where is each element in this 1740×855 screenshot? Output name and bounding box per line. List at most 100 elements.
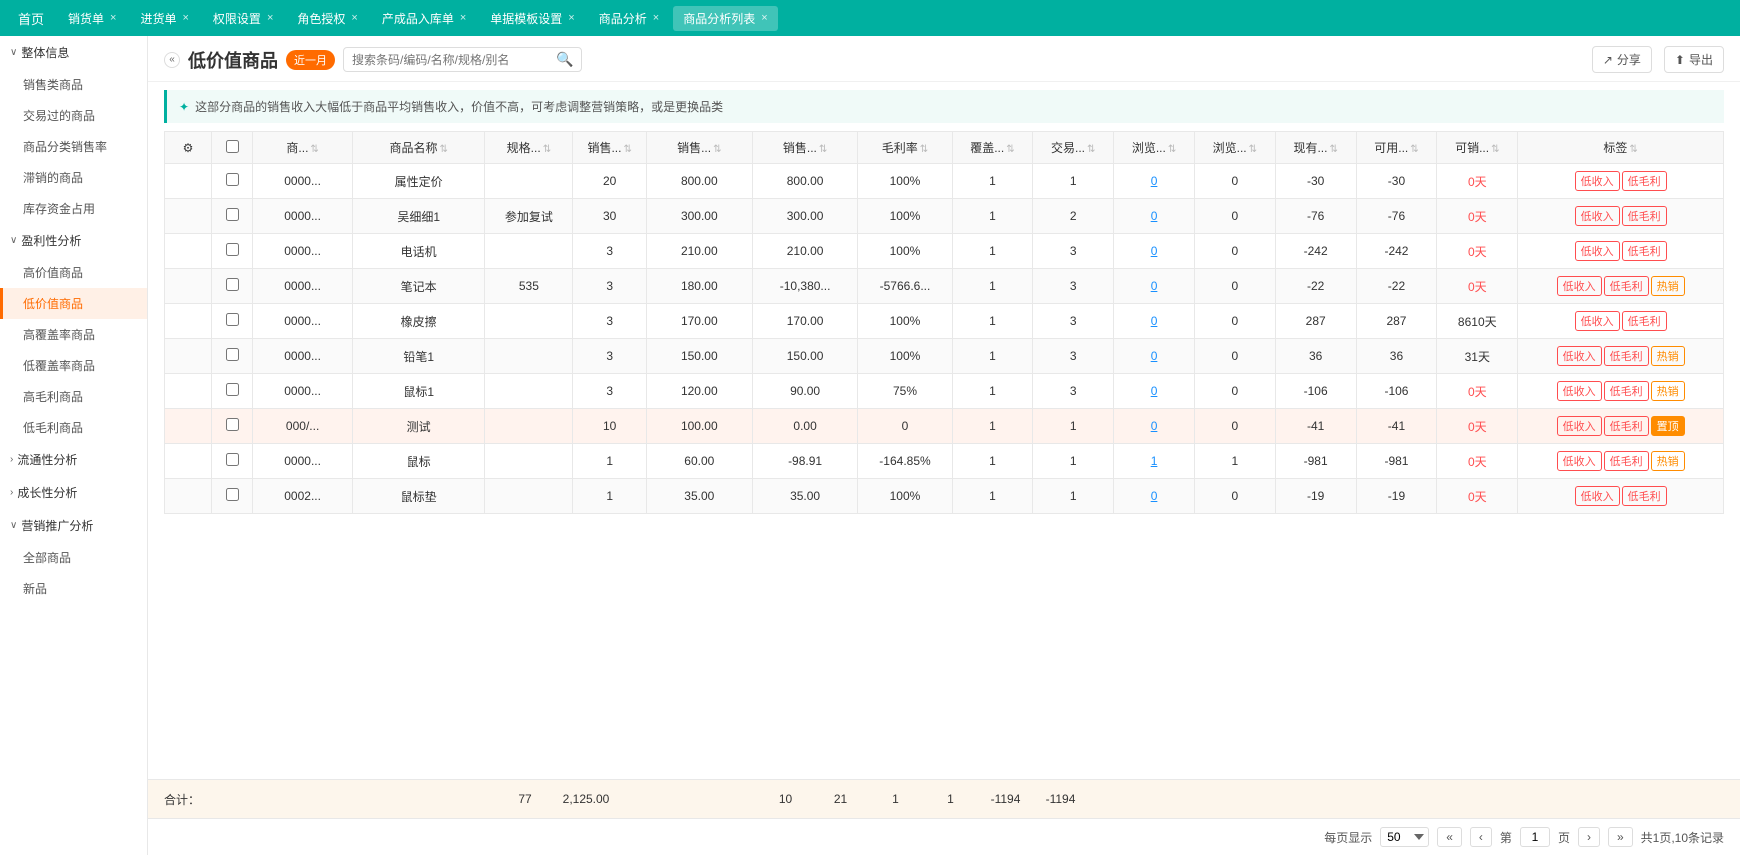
- sidebar-section-overall[interactable]: ∨ 整体信息: [0, 36, 147, 69]
- th-stock-sellable[interactable]: 可销...⇅: [1437, 132, 1518, 164]
- nav-permission[interactable]: 权限设置 ×: [203, 6, 283, 31]
- th-coverage[interactable]: 覆盖...⇅: [952, 132, 1033, 164]
- time-badge[interactable]: 近一月: [286, 50, 335, 70]
- cell-view1[interactable]: 1: [1114, 444, 1195, 479]
- sidebar-item-unsold-goods[interactable]: 滞销的商品: [0, 162, 147, 193]
- th-name[interactable]: 商品名称⇅: [353, 132, 485, 164]
- nav-close-goods-analysis[interactable]: ×: [653, 12, 659, 24]
- nav-home[interactable]: 首页: [8, 5, 54, 32]
- sidebar-item-category-rate[interactable]: 商品分类销售率: [0, 131, 147, 162]
- nav-close-storage[interactable]: ×: [460, 12, 466, 24]
- sidebar-item-low-coverage[interactable]: 低覆盖率商品: [0, 350, 147, 381]
- cell-view1[interactable]: 0: [1114, 409, 1195, 444]
- sidebar-item-high-profit[interactable]: 高毛利商品: [0, 381, 147, 412]
- cell-checkbox[interactable]: [212, 339, 253, 374]
- row-checkbox-7[interactable]: [226, 418, 239, 431]
- view1-link[interactable]: 1: [1151, 454, 1158, 468]
- view1-link[interactable]: 0: [1151, 279, 1158, 293]
- th-sale-total[interactable]: 销售...⇅: [752, 132, 858, 164]
- cell-checkbox[interactable]: [212, 304, 253, 339]
- view1-link[interactable]: 0: [1151, 314, 1158, 328]
- sidebar-section-profit[interactable]: ∨ 盈利性分析: [0, 224, 147, 257]
- cell-view1[interactable]: 0: [1114, 304, 1195, 339]
- th-settings[interactable]: ⚙: [165, 132, 212, 164]
- th-view1[interactable]: 浏览...⇅: [1114, 132, 1195, 164]
- row-checkbox-5[interactable]: [226, 348, 239, 361]
- cell-checkbox[interactable]: [212, 374, 253, 409]
- cell-settings[interactable]: [165, 269, 212, 304]
- nav-goods-analysis[interactable]: 商品分析 ×: [589, 6, 669, 31]
- cell-settings[interactable]: [165, 374, 212, 409]
- nav-storage[interactable]: 产成品入库单 ×: [372, 6, 476, 31]
- sidebar-item-stock-fund[interactable]: 库存资金占用: [0, 193, 147, 224]
- next-page-btn[interactable]: ›: [1578, 827, 1600, 847]
- cell-checkbox[interactable]: [212, 164, 253, 199]
- th-stock-available[interactable]: 可用...⇅: [1356, 132, 1437, 164]
- prev-page-btn[interactable]: ‹: [1470, 827, 1492, 847]
- cell-settings[interactable]: [165, 409, 212, 444]
- view1-link[interactable]: 0: [1151, 489, 1158, 503]
- th-trade-count[interactable]: 交易...⇅: [1033, 132, 1114, 164]
- sidebar-item-low-profit[interactable]: 低毛利商品: [0, 412, 147, 443]
- share-button[interactable]: ↗ 分享: [1592, 46, 1652, 73]
- cell-settings[interactable]: [165, 444, 212, 479]
- nav-close-template[interactable]: ×: [568, 12, 574, 24]
- cell-settings[interactable]: [165, 164, 212, 199]
- cell-checkbox[interactable]: [212, 234, 253, 269]
- cell-settings[interactable]: [165, 199, 212, 234]
- th-spec[interactable]: 规格...⇅: [485, 132, 573, 164]
- nav-sales[interactable]: 销货单 ×: [58, 6, 126, 31]
- nav-close-permission[interactable]: ×: [267, 12, 273, 24]
- sidebar-section-circulation[interactable]: › 流通性分析: [0, 443, 147, 476]
- sidebar-collapse-btn[interactable]: «: [164, 52, 180, 68]
- last-page-btn[interactable]: »: [1608, 827, 1633, 847]
- cell-checkbox[interactable]: [212, 444, 253, 479]
- select-all-checkbox[interactable]: [226, 140, 239, 153]
- nav-close-purchase[interactable]: ×: [182, 12, 188, 24]
- search-icon[interactable]: 🔍: [556, 51, 573, 68]
- nav-close-goods-analysis-list[interactable]: ×: [761, 12, 767, 24]
- row-checkbox-6[interactable]: [226, 383, 239, 396]
- view1-link[interactable]: 0: [1151, 384, 1158, 398]
- row-checkbox-8[interactable]: [226, 453, 239, 466]
- search-input[interactable]: [352, 53, 552, 67]
- cell-view1[interactable]: 0: [1114, 339, 1195, 374]
- sidebar-item-new-goods[interactable]: 新品: [0, 573, 147, 604]
- sidebar-item-traded-goods[interactable]: 交易过的商品: [0, 100, 147, 131]
- nav-close-sales[interactable]: ×: [110, 12, 116, 24]
- view1-link[interactable]: 0: [1151, 349, 1158, 363]
- nav-goods-analysis-list[interactable]: 商品分析列表 ×: [673, 6, 777, 31]
- row-checkbox-4[interactable]: [226, 313, 239, 326]
- view1-link[interactable]: 0: [1151, 244, 1158, 258]
- row-checkbox-1[interactable]: [226, 208, 239, 221]
- th-stock-current[interactable]: 现有...⇅: [1275, 132, 1356, 164]
- th-sale-price[interactable]: 销售...⇅: [646, 132, 752, 164]
- sidebar-item-low-value[interactable]: 低价值商品: [0, 288, 147, 319]
- nav-template[interactable]: 单据模板设置 ×: [480, 6, 584, 31]
- cell-view1[interactable]: 0: [1114, 199, 1195, 234]
- sidebar-section-marketing[interactable]: ∨ 营销推广分析: [0, 509, 147, 542]
- nav-purchase[interactable]: 进货单 ×: [130, 6, 198, 31]
- sidebar-item-high-coverage[interactable]: 高覆盖率商品: [0, 319, 147, 350]
- export-button[interactable]: ⬆ 导出: [1664, 46, 1724, 73]
- view1-link[interactable]: 0: [1151, 209, 1158, 223]
- cell-checkbox[interactable]: [212, 199, 253, 234]
- cell-checkbox[interactable]: [212, 479, 253, 514]
- first-page-btn[interactable]: «: [1437, 827, 1462, 847]
- cell-view1[interactable]: 0: [1114, 234, 1195, 269]
- sidebar-item-all-goods[interactable]: 全部商品: [0, 542, 147, 573]
- page-size-select[interactable]: 50 100 200: [1380, 827, 1429, 847]
- row-checkbox-0[interactable]: [226, 173, 239, 186]
- table-container[interactable]: ⚙ 商...⇅ 商品名称⇅ 规格...⇅ 销售...⇅ 销售...⇅ 销售...…: [164, 131, 1724, 779]
- row-checkbox-3[interactable]: [226, 278, 239, 291]
- cell-settings[interactable]: [165, 339, 212, 374]
- page-input[interactable]: [1520, 827, 1550, 847]
- cell-view1[interactable]: 0: [1114, 479, 1195, 514]
- th-view2[interactable]: 浏览...⇅: [1194, 132, 1275, 164]
- view1-link[interactable]: 0: [1151, 419, 1158, 433]
- cell-view1[interactable]: 0: [1114, 164, 1195, 199]
- cell-settings[interactable]: [165, 234, 212, 269]
- th-tags[interactable]: 标签⇅: [1518, 132, 1724, 164]
- sidebar-item-sale-goods[interactable]: 销售类商品: [0, 69, 147, 100]
- nav-close-role[interactable]: ×: [351, 12, 357, 24]
